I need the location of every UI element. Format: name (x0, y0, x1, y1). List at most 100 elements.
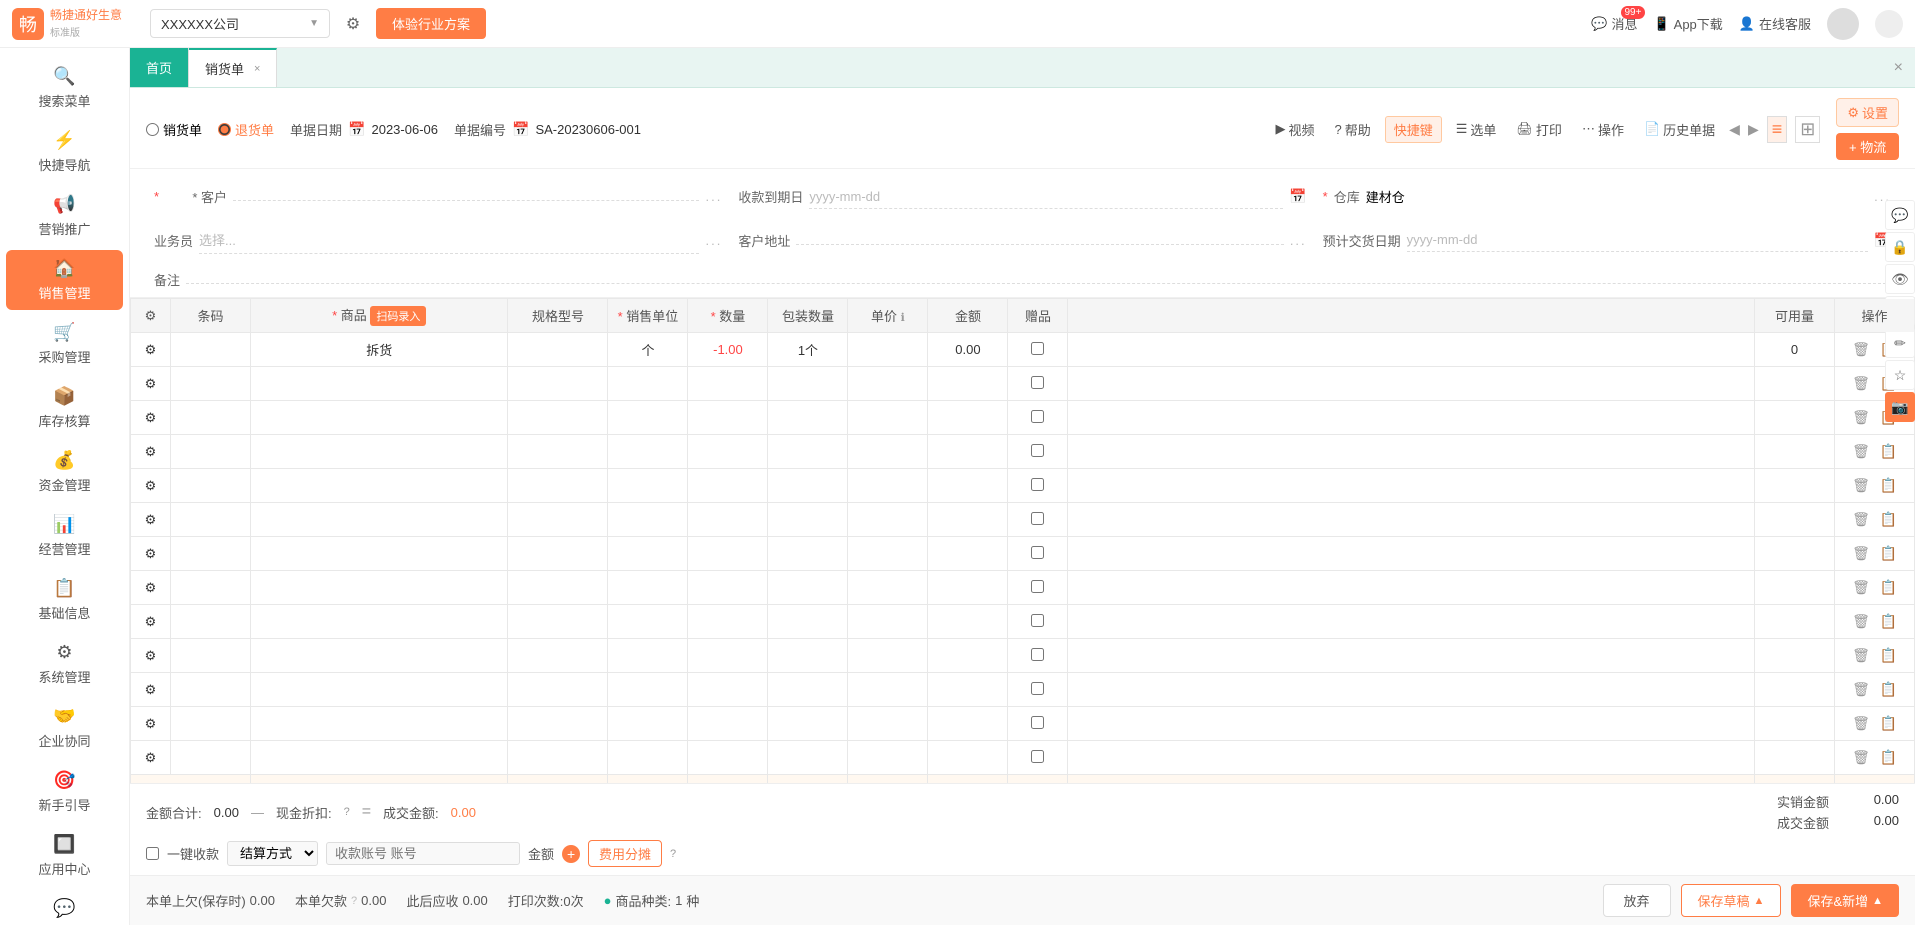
row-gift-8[interactable] (1008, 605, 1068, 639)
row-notes-6[interactable] (1068, 537, 1755, 571)
row-unit-8[interactable] (608, 605, 688, 639)
sidebar-item-search[interactable]: 🔍 搜索菜单 (6, 58, 123, 118)
row-pkg-qty-8[interactable] (768, 605, 848, 639)
row-gift-2[interactable] (1008, 401, 1068, 435)
row-spec-11[interactable] (508, 707, 608, 741)
trial-button[interactable]: 体验行业方案 (376, 8, 486, 39)
view-list-btn[interactable]: ≡ (1767, 116, 1788, 143)
row-gift-1[interactable] (1008, 367, 1068, 401)
print-btn[interactable]: 🖨 打印 (1510, 118, 1568, 141)
row-amount-7[interactable] (928, 571, 1008, 605)
shortcut-btn[interactable]: 快捷键 (1385, 116, 1442, 143)
salesperson-input[interactable]: 选择... (199, 226, 699, 254)
row-delete-btn-11[interactable]: 🗑 (1852, 715, 1870, 731)
row-notes-3[interactable] (1068, 435, 1755, 469)
float-star-btn[interactable]: ☆ (1885, 360, 1915, 390)
row-spec-4[interactable] (508, 469, 608, 503)
row-unit-11[interactable] (608, 707, 688, 741)
row-barcode-7[interactable] (171, 571, 251, 605)
row-pkg-qty-11[interactable] (768, 707, 848, 741)
radio-return-order[interactable]: 退货单 (218, 120, 274, 139)
history-btn[interactable]: 📄 历史单据 (1638, 118, 1721, 141)
row-pkg-qty-7[interactable] (768, 571, 848, 605)
company-selector[interactable]: XXXXXX公司 ▼ (150, 9, 330, 38)
settings-icon-btn[interactable]: ⚙ (338, 9, 368, 39)
row-amount-10[interactable] (928, 673, 1008, 707)
user-menu[interactable] (1875, 10, 1903, 38)
settings-side-btn[interactable]: ⚙ ⚙ 设置设置 (1836, 98, 1899, 127)
row-notes-1[interactable] (1068, 367, 1755, 401)
account-input[interactable] (326, 842, 520, 865)
row-qty-12[interactable] (688, 741, 768, 775)
row-copy-btn-7[interactable]: 📋 (1879, 579, 1896, 595)
row-product-9[interactable] (251, 639, 508, 673)
row-notes-4[interactable] (1068, 469, 1755, 503)
avatar[interactable] (1827, 8, 1859, 40)
row-notes-10[interactable] (1068, 673, 1755, 707)
row-amount-9[interactable] (928, 639, 1008, 673)
row-price-3[interactable] (848, 435, 928, 469)
row-copy-btn-11[interactable]: 📋 (1879, 715, 1896, 731)
row-notes-8[interactable] (1068, 605, 1755, 639)
expense-question-icon[interactable]: ? (670, 848, 676, 860)
row-price-11[interactable] (848, 707, 928, 741)
row-product-11[interactable] (251, 707, 508, 741)
abandon-btn[interactable]: 放弃 (1603, 884, 1671, 917)
nav-next-btn[interactable]: ▶ (1748, 121, 1759, 138)
row-spec-1[interactable] (508, 367, 608, 401)
row-notes-7[interactable] (1068, 571, 1755, 605)
sidebar-item-shortcut[interactable]: ⚡ 快捷导航 (6, 122, 123, 182)
row-price-0[interactable] (848, 333, 928, 367)
sidebar-item-guide[interactable]: 🎯 新手引导 (6, 762, 123, 822)
row-spec-8[interactable] (508, 605, 608, 639)
row-barcode-6[interactable] (171, 537, 251, 571)
sidebar-item-wechat[interactable]: 💬 企业微信 (6, 890, 123, 925)
row-amount-5[interactable] (928, 503, 1008, 537)
row-notes-0[interactable] (1068, 333, 1755, 367)
row-amount-0[interactable]: 0.00 (928, 333, 1008, 367)
row-price-9[interactable] (848, 639, 928, 673)
scan-btn[interactable]: 扫码录入 (370, 306, 426, 326)
calc-method-select[interactable]: 结算方式 (227, 841, 318, 866)
sidebar-item-appstore[interactable]: 🔲 应用中心 (6, 826, 123, 886)
row-product-6[interactable] (251, 537, 508, 571)
row-pkg-qty-0[interactable]: 1个 (768, 333, 848, 367)
row-unit-10[interactable] (608, 673, 688, 707)
row-barcode-8[interactable] (171, 605, 251, 639)
save-draft-btn[interactable]: 保存草稿 ▲ (1681, 884, 1782, 917)
sidebar-item-system[interactable]: ⚙ 系统管理 (6, 634, 123, 694)
row-product-4[interactable] (251, 469, 508, 503)
row-spec-3[interactable] (508, 435, 608, 469)
operations-btn[interactable]: ⋯ 操作 (1576, 118, 1630, 141)
customer-addr-input[interactable] (796, 236, 1283, 245)
row-unit-3[interactable] (608, 435, 688, 469)
row-unit-1[interactable] (608, 367, 688, 401)
row-gift-12[interactable] (1008, 741, 1068, 775)
row-spec-6[interactable] (508, 537, 608, 571)
row-amount-11[interactable] (928, 707, 1008, 741)
sidebar-item-marketing[interactable]: 📢 营销推广 (6, 186, 123, 246)
row-delete-btn-9[interactable]: 🗑 (1852, 647, 1870, 663)
row-spec-10[interactable] (508, 673, 608, 707)
row-qty-6[interactable] (688, 537, 768, 571)
row-product-1[interactable] (251, 367, 508, 401)
salesperson-more-btn[interactable]: ... (705, 233, 722, 248)
row-delete-btn-8[interactable]: 🗑 (1852, 613, 1870, 629)
row-barcode-9[interactable] (171, 639, 251, 673)
row-gift-0[interactable] (1008, 333, 1068, 367)
row-unit-9[interactable] (608, 639, 688, 673)
row-gift-6[interactable] (1008, 537, 1068, 571)
id-calendar-icon[interactable]: 📅 (512, 121, 529, 138)
row-barcode-4[interactable] (171, 469, 251, 503)
expected-date-input[interactable]: yyyy-mm-dd (1407, 228, 1868, 252)
row-product-3[interactable] (251, 435, 508, 469)
row-delete-btn-4[interactable]: 🗑 (1852, 477, 1870, 493)
row-amount-6[interactable] (928, 537, 1008, 571)
video-btn[interactable]: ▶ 视频 (1269, 118, 1320, 141)
row-product-7[interactable] (251, 571, 508, 605)
row-barcode-3[interactable] (171, 435, 251, 469)
radio-sale-order[interactable]: 销货单 (146, 120, 202, 139)
row-delete-btn-1[interactable]: 🗑 (1852, 375, 1870, 391)
row-copy-btn-4[interactable]: 📋 (1879, 477, 1896, 493)
float-camera-btn[interactable]: 📷 (1885, 392, 1915, 422)
